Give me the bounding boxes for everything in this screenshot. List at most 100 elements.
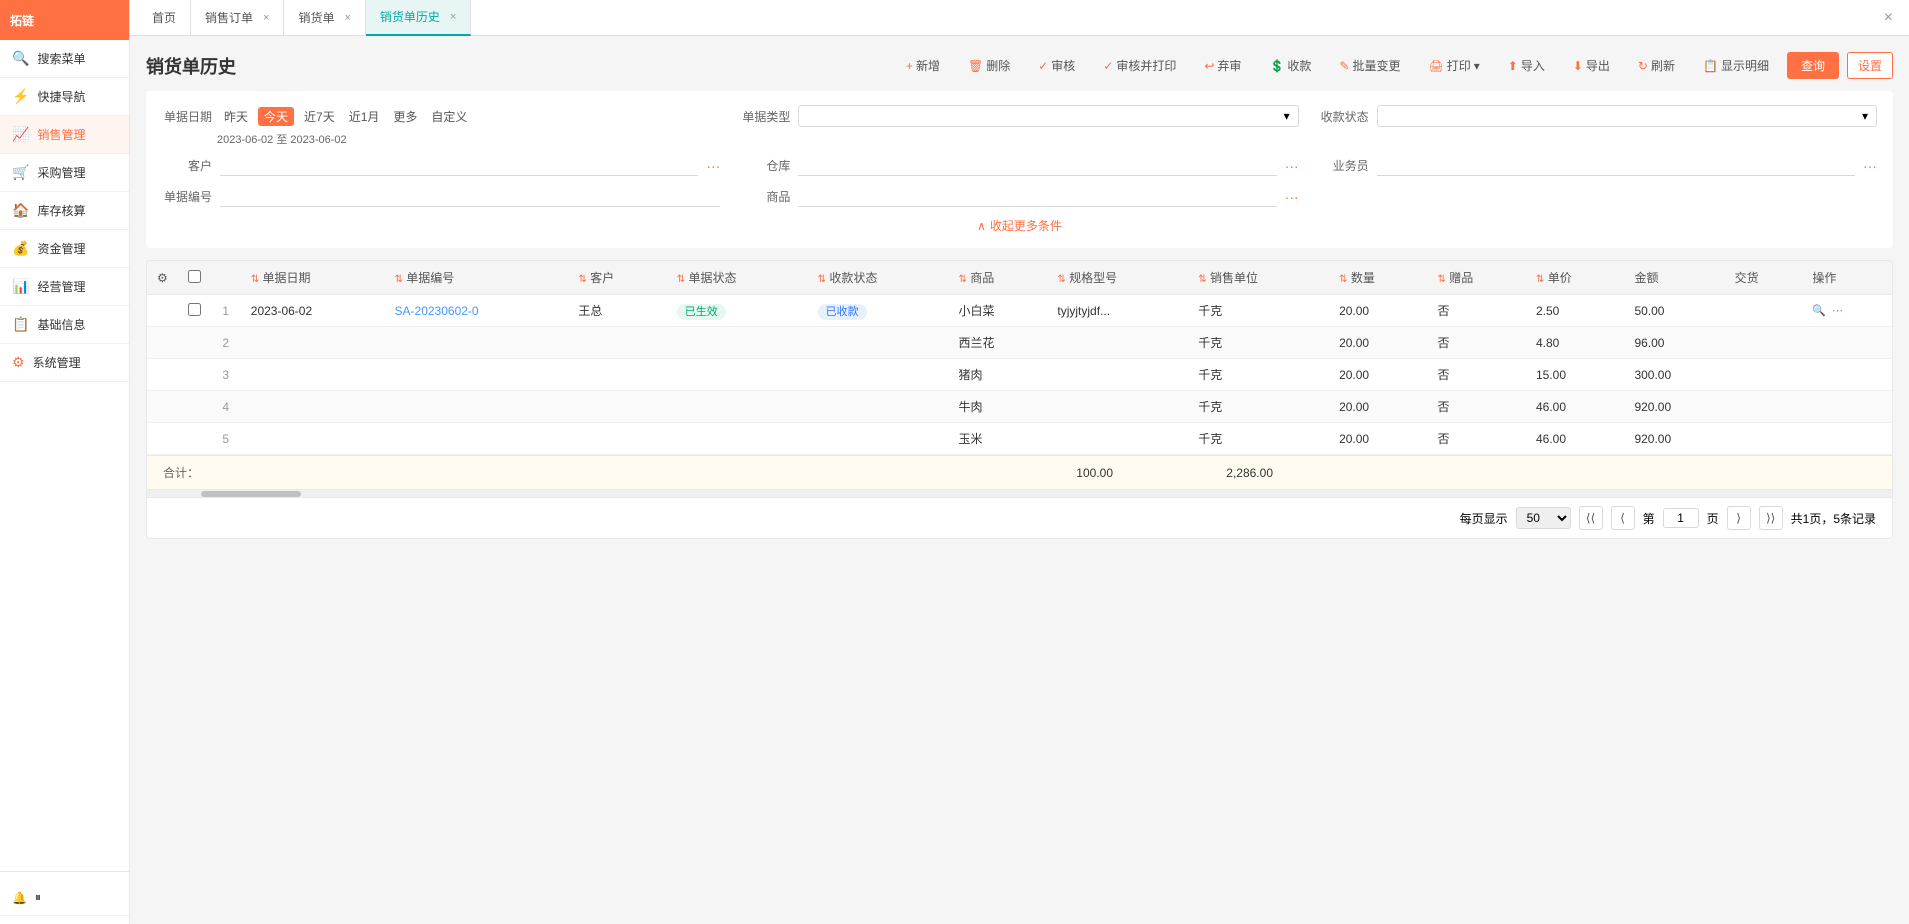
settings-button[interactable]: 设置 (1847, 52, 1893, 79)
sort-icon: ⇅ (578, 274, 586, 285)
chart-icon: 📈 (12, 126, 29, 143)
close-all-tabs-btn[interactable]: × (1876, 9, 1901, 27)
cell-checkbox[interactable] (178, 295, 211, 327)
th-gift[interactable]: ⇅ 赠品 (1428, 261, 1526, 295)
th-settings[interactable]: ⚙ (147, 261, 178, 295)
th-date[interactable]: ⇅ 单据日期 (241, 261, 385, 295)
print-button[interactable]: 🖨 打印 ▾ (1418, 53, 1489, 78)
cell-doc-no[interactable]: SA-20230602-0 (385, 295, 569, 327)
sidebar-item-basic-info[interactable]: 📋 基础信息 (0, 306, 129, 344)
th-qty[interactable]: ⇅ 数量 (1329, 261, 1427, 295)
sidebar-item-operations[interactable]: 📊 经营管理 (0, 268, 129, 306)
salesperson-dots-btn[interactable]: ··· (1863, 158, 1877, 174)
sidebar-item-inventory[interactable]: 🏠 库存核算 (0, 192, 129, 230)
customer-label: 客户 (162, 157, 212, 174)
close-icon[interactable]: × (263, 12, 269, 24)
import-button[interactable]: ⬆ 导入 (1498, 53, 1555, 78)
tab-sales-order[interactable]: 销售订单 × (191, 0, 284, 36)
tab-sales-delivery[interactable]: 销货单 × (284, 0, 365, 36)
batch-change-button[interactable]: ✎ 批量变更 (1329, 53, 1410, 78)
payment-status-select[interactable]: ▾ (1377, 105, 1877, 127)
show-detail-button[interactable]: 📋 显示明细 (1693, 53, 1779, 78)
goods-input[interactable] (798, 186, 1276, 207)
select-all-checkbox[interactable] (188, 270, 201, 283)
cell-doc-status (667, 423, 808, 455)
delete-button[interactable]: 🗑 删除 (958, 53, 1020, 78)
total-info: 共1页，5条记录 (1791, 510, 1876, 527)
cell-doc-no (385, 423, 569, 455)
shortcut-7days[interactable]: 近7天 (300, 107, 339, 126)
th-payment-status[interactable]: ⇅ 收款状态 (808, 261, 949, 295)
collect-button[interactable]: 💲 收款 (1259, 53, 1321, 78)
doc-type-select[interactable]: ▾ (798, 105, 1298, 127)
doc-no-input[interactable] (220, 186, 720, 207)
scrollbar[interactable] (147, 489, 1892, 497)
view-action-btn[interactable]: 🔍 (1812, 304, 1826, 317)
th-price[interactable]: ⇅ 单价 (1526, 261, 1624, 295)
salesperson-input[interactable] (1377, 155, 1855, 176)
cell-qty: 20.00 (1329, 359, 1427, 391)
goods-dots-btn[interactable]: ··· (1285, 189, 1299, 205)
first-page-btn[interactable]: ⟨⟨ (1579, 506, 1603, 530)
th-customer[interactable]: ⇅ 客户 (568, 261, 666, 295)
doc-no-link[interactable]: SA-20230602-0 (395, 304, 479, 318)
cell-goods: 牛肉 (948, 391, 1047, 423)
sidebar-item-quick-nav[interactable]: ⚡ 快捷导航 (0, 78, 129, 116)
shortcut-yesterday[interactable]: 昨天 (220, 107, 252, 126)
close-icon[interactable]: × (450, 11, 456, 23)
last-page-btn[interactable]: ⟩⟩ (1759, 506, 1783, 530)
sidebar-item-purchase-mgmt[interactable]: 🛒 采购管理 (0, 154, 129, 192)
th-goods[interactable]: ⇅ 商品 (948, 261, 1047, 295)
th-action: 操作 (1802, 261, 1892, 295)
page-size-select[interactable]: 50 100 200 (1516, 507, 1571, 529)
refresh-button[interactable]: ↻ 刷新 (1628, 53, 1685, 78)
prev-page-btn[interactable]: ⟨ (1611, 506, 1635, 530)
warehouse-dots-btn[interactable]: ··· (1285, 158, 1299, 174)
cell-action: 🔍 ⋯ (1802, 295, 1892, 327)
more-action-btn[interactable]: ⋯ (1832, 304, 1843, 317)
sort-icon: ⇅ (1339, 274, 1347, 285)
th-spec[interactable]: ⇅ 规格型号 (1047, 261, 1188, 295)
sidebar-item-search-menu[interactable]: 🔍 搜索菜单 (0, 40, 129, 78)
doc-type-label: 单据类型 (740, 108, 790, 125)
export-button[interactable]: ⬇ 导出 (1563, 53, 1620, 78)
tab-sales-history[interactable]: 销货单历史 × (366, 0, 471, 36)
cell-price: 15.00 (1526, 359, 1624, 391)
filter-date: 单据日期 昨天 今天 近7天 近1月 更多 自定义 (162, 107, 720, 126)
query-button[interactable]: 查询 (1787, 52, 1839, 79)
warehouse-input[interactable] (798, 155, 1276, 176)
customer-input[interactable] (220, 155, 698, 176)
cell-num: 1 (211, 295, 241, 327)
sidebar-item-sys-mgmt[interactable]: ⚙ 系统管理 (0, 344, 129, 382)
sidebar-item-finance[interactable]: 💰 资金管理 (0, 230, 129, 268)
tab-home[interactable]: 首页 (138, 0, 191, 36)
th-doc-status[interactable]: ⇅ 单据状态 (667, 261, 808, 295)
row-checkbox[interactable] (188, 303, 201, 316)
shortcut-today[interactable]: 今天 (258, 107, 294, 126)
next-page-btn[interactable]: ⟩ (1727, 506, 1751, 530)
cell-settings (147, 391, 178, 423)
sidebar-item-sales-mgmt[interactable]: 📈 销售管理 (0, 116, 129, 154)
page-number-input[interactable]: 1 (1663, 508, 1699, 528)
cell-goods: 西兰花 (948, 327, 1047, 359)
shortcut-1month[interactable]: 近1月 (345, 107, 384, 126)
sidebar-settings-btn[interactable]: 🔔 ⏸ (0, 880, 129, 916)
cell-date (241, 423, 385, 455)
customer-dots-btn[interactable]: ··· (706, 158, 720, 174)
audit-print-button[interactable]: ✓ 审核并打印 (1093, 53, 1186, 78)
add-button[interactable]: + 新增 (896, 53, 950, 78)
sidebar-label: 基础信息 (37, 316, 85, 333)
audit-button[interactable]: ✓ 审核 (1028, 53, 1085, 78)
shortcut-custom[interactable]: 自定义 (427, 107, 471, 126)
collapse-button[interactable]: ∧ 收起更多条件 (162, 217, 1877, 234)
th-unit[interactable]: ⇅ 销售单位 (1188, 261, 1329, 295)
discard-button[interactable]: ↩ 弃审 (1194, 53, 1251, 78)
th-checkbox[interactable] (178, 261, 211, 295)
doc-icon: 📋 (12, 316, 29, 333)
shortcut-more[interactable]: 更多 (389, 107, 421, 126)
th-doc-no[interactable]: ⇅ 单据编号 (385, 261, 569, 295)
close-icon[interactable]: × (344, 12, 350, 24)
cell-payment-status: 已收款 (808, 295, 949, 327)
cell-trade (1725, 327, 1803, 359)
scrollbar-thumb[interactable] (201, 491, 301, 497)
